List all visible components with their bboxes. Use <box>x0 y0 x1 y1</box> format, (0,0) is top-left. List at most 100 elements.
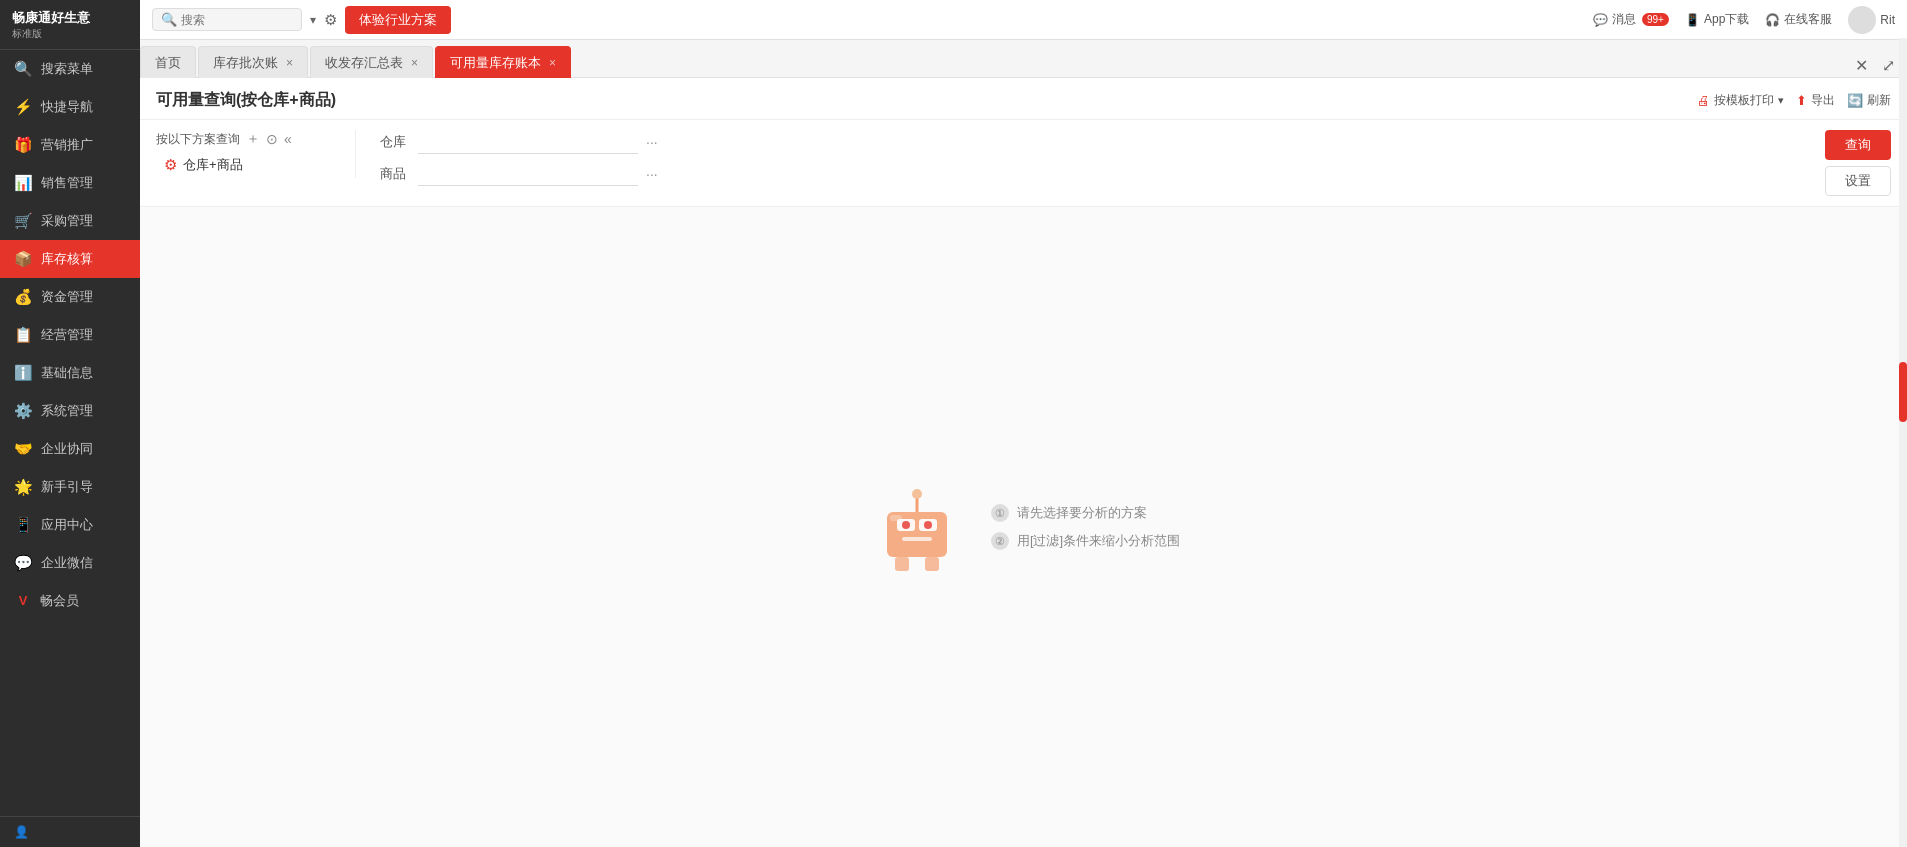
sidebar-bottom[interactable]: 👤 <box>0 816 140 847</box>
sidebar-logo: 畅康通好生意 标准版 <box>0 0 140 50</box>
print-dropdown-icon[interactable]: ▾ <box>1778 94 1784 107</box>
filter-fields: 仓库 ··· 商品 ··· <box>368 130 1813 186</box>
export-btn[interactable]: ⬆ 导出 <box>1796 92 1835 109</box>
sidebar-item-inventory[interactable]: 📦 库存核算 <box>0 240 140 278</box>
trial-btn[interactable]: 体验行业方案 <box>345 6 451 34</box>
username: Rit <box>1880 13 1895 27</box>
sidebar-item-label: 经营管理 <box>41 326 93 344</box>
add-scheme-icon[interactable]: ＋ <box>246 130 260 148</box>
app-download-label: App下载 <box>1704 11 1749 28</box>
product-input[interactable] <box>418 162 638 186</box>
online-service-btn[interactable]: 🎧 在线客服 <box>1765 11 1832 28</box>
tab-label: 可用量库存账本 <box>450 54 541 72</box>
product-dots[interactable]: ··· <box>646 166 658 182</box>
tab-close-icon[interactable]: × <box>411 56 418 70</box>
robot-svg <box>867 477 967 577</box>
clipboard-icon: 📋 <box>14 326 33 344</box>
search-box[interactable]: 🔍 <box>152 8 302 31</box>
tab-close-icon[interactable]: × <box>286 56 293 70</box>
sidebar-item-member[interactable]: V 畅会员 <box>0 582 140 620</box>
sidebar-item-label: 资金管理 <box>41 288 93 306</box>
tabs-actions: ✕ ⤢ <box>1843 54 1907 77</box>
search-input[interactable] <box>181 13 281 27</box>
filter-row-warehouse: 仓库 ··· <box>380 130 1801 154</box>
app-download-btn[interactable]: 📱 App下载 <box>1685 11 1749 28</box>
hint-num-1: ① <box>991 504 1009 522</box>
chart-icon: 📊 <box>14 174 33 192</box>
sidebar-item-label: 新手引导 <box>41 478 93 496</box>
sidebar-item-marketing[interactable]: 🎁 营销推广 <box>0 126 140 164</box>
hint-text-1: 请先选择要分析的方案 <box>1017 504 1147 522</box>
page-header: 可用量查询(按仓库+商品) 🖨 按模板打印 ▾ ⬆ 导出 🔄 刷新 <box>140 78 1907 120</box>
phone-icon: 📱 <box>14 516 33 534</box>
info-icon: ℹ️ <box>14 364 33 382</box>
phone-icon: 📱 <box>1685 13 1700 27</box>
sidebar-item-label: 库存核算 <box>41 250 93 268</box>
page-header-actions: 🖨 按模板打印 ▾ ⬆ 导出 🔄 刷新 <box>1697 92 1891 109</box>
star-icon: 🌟 <box>14 478 33 496</box>
refresh-btn[interactable]: 🔄 刷新 <box>1847 92 1891 109</box>
message-btn[interactable]: 💬 消息 99+ <box>1593 11 1669 28</box>
warehouse-label: 仓库 <box>380 133 410 151</box>
filter-settings-btn[interactable]: 设置 <box>1825 166 1891 196</box>
sidebar-item-ops[interactable]: 📋 经营管理 <box>0 316 140 354</box>
gear-icon: ⚙️ <box>14 402 33 420</box>
right-scrollbar[interactable] <box>1899 38 1907 847</box>
warehouse-dots[interactable]: ··· <box>646 134 658 150</box>
scheme-label: 仓库+商品 <box>183 156 243 174</box>
settings-icon[interactable]: ⚙ <box>324 11 337 29</box>
close-all-tabs-btn[interactable]: ✕ <box>1851 54 1872 77</box>
sidebar-item-system[interactable]: ⚙️ 系统管理 <box>0 392 140 430</box>
scheme-settings-icon[interactable]: ⊙ <box>266 131 278 147</box>
query-btn[interactable]: 查询 <box>1825 130 1891 160</box>
sidebar-item-corp[interactable]: 🤝 企业协同 <box>0 430 140 468</box>
sidebar-item-sales[interactable]: 📊 销售管理 <box>0 164 140 202</box>
dropdown-arrow[interactable]: ▾ <box>310 13 316 27</box>
sidebar-item-basic[interactable]: ℹ️ 基础信息 <box>0 354 140 392</box>
sidebar-item-guide[interactable]: 🌟 新手引导 <box>0 468 140 506</box>
main-area: 🔍 ▾ ⚙ 体验行业方案 💬 消息 99+ 📱 App下载 🎧 在线客服 Rit <box>140 0 1907 847</box>
sidebar-item-apps[interactable]: 📱 应用中心 <box>0 506 140 544</box>
empty-state: ① 请先选择要分析的方案 ② 用[过滤]条件来缩小分析范围 <box>140 207 1907 847</box>
handshake-icon: 🤝 <box>14 440 33 458</box>
filter-row-product: 商品 ··· <box>380 162 1801 186</box>
tab-home[interactable]: 首页 <box>140 46 196 78</box>
svg-rect-5 <box>902 537 932 541</box>
scheme-item-warehouse-product[interactable]: ⚙ 仓库+商品 <box>156 152 341 178</box>
maximize-btn[interactable]: ⤢ <box>1878 54 1899 77</box>
message-label: 消息 <box>1612 11 1636 28</box>
sidebar: 畅康通好生意 标准版 🔍 搜索菜单 ⚡ 快捷导航 🎁 营销推广 📊 销售管理 🛒… <box>0 0 140 847</box>
page-title: 可用量查询(按仓库+商品) <box>156 90 336 111</box>
message-badge: 99+ <box>1642 13 1669 26</box>
product-label: 商品 <box>380 165 410 183</box>
sidebar-item-quick-nav[interactable]: ⚡ 快捷导航 <box>0 88 140 126</box>
tab-close-icon[interactable]: × <box>549 56 556 70</box>
cart-icon: 🛒 <box>14 212 33 230</box>
sidebar-item-label: 基础信息 <box>41 364 93 382</box>
sidebar-item-label: 系统管理 <box>41 402 93 420</box>
print-btn[interactable]: 🖨 按模板打印 ▾ <box>1697 92 1784 109</box>
sidebar-scroll: 🔍 搜索菜单 ⚡ 快捷导航 🎁 营销推广 📊 销售管理 🛒 采购管理 📦 库存核… <box>0 50 140 816</box>
export-label: 导出 <box>1811 92 1835 109</box>
svg-point-3 <box>902 521 910 529</box>
sidebar-item-finance[interactable]: 💰 资金管理 <box>0 278 140 316</box>
sidebar-item-label: 应用中心 <box>41 516 93 534</box>
online-service-label: 在线客服 <box>1784 11 1832 28</box>
filter-section-label: 按以下方案查询 ＋ ⊙ « <box>156 130 341 148</box>
collapse-icon[interactable]: « <box>284 131 292 147</box>
empty-hint-1: ① 请先选择要分析的方案 <box>991 504 1180 522</box>
sidebar-item-search[interactable]: 🔍 搜索菜单 <box>0 50 140 88</box>
tab-available-qty[interactable]: 可用量库存账本 × <box>435 46 571 78</box>
warehouse-input[interactable] <box>418 130 638 154</box>
scheme-icon: ⚙ <box>164 156 177 174</box>
headset-icon: 🎧 <box>1765 13 1780 27</box>
svg-rect-8 <box>895 557 909 571</box>
sidebar-item-purchase[interactable]: 🛒 采购管理 <box>0 202 140 240</box>
lightning-icon: ⚡ <box>14 98 33 116</box>
user-avatar[interactable]: Rit <box>1848 6 1895 34</box>
sidebar-bottom-icon: 👤 <box>14 825 29 839</box>
tab-batch-account[interactable]: 库存批次账 × <box>198 46 308 78</box>
tab-label: 收发存汇总表 <box>325 54 403 72</box>
sidebar-item-wechat[interactable]: 💬 企业微信 <box>0 544 140 582</box>
tab-collect-total[interactable]: 收发存汇总表 × <box>310 46 433 78</box>
